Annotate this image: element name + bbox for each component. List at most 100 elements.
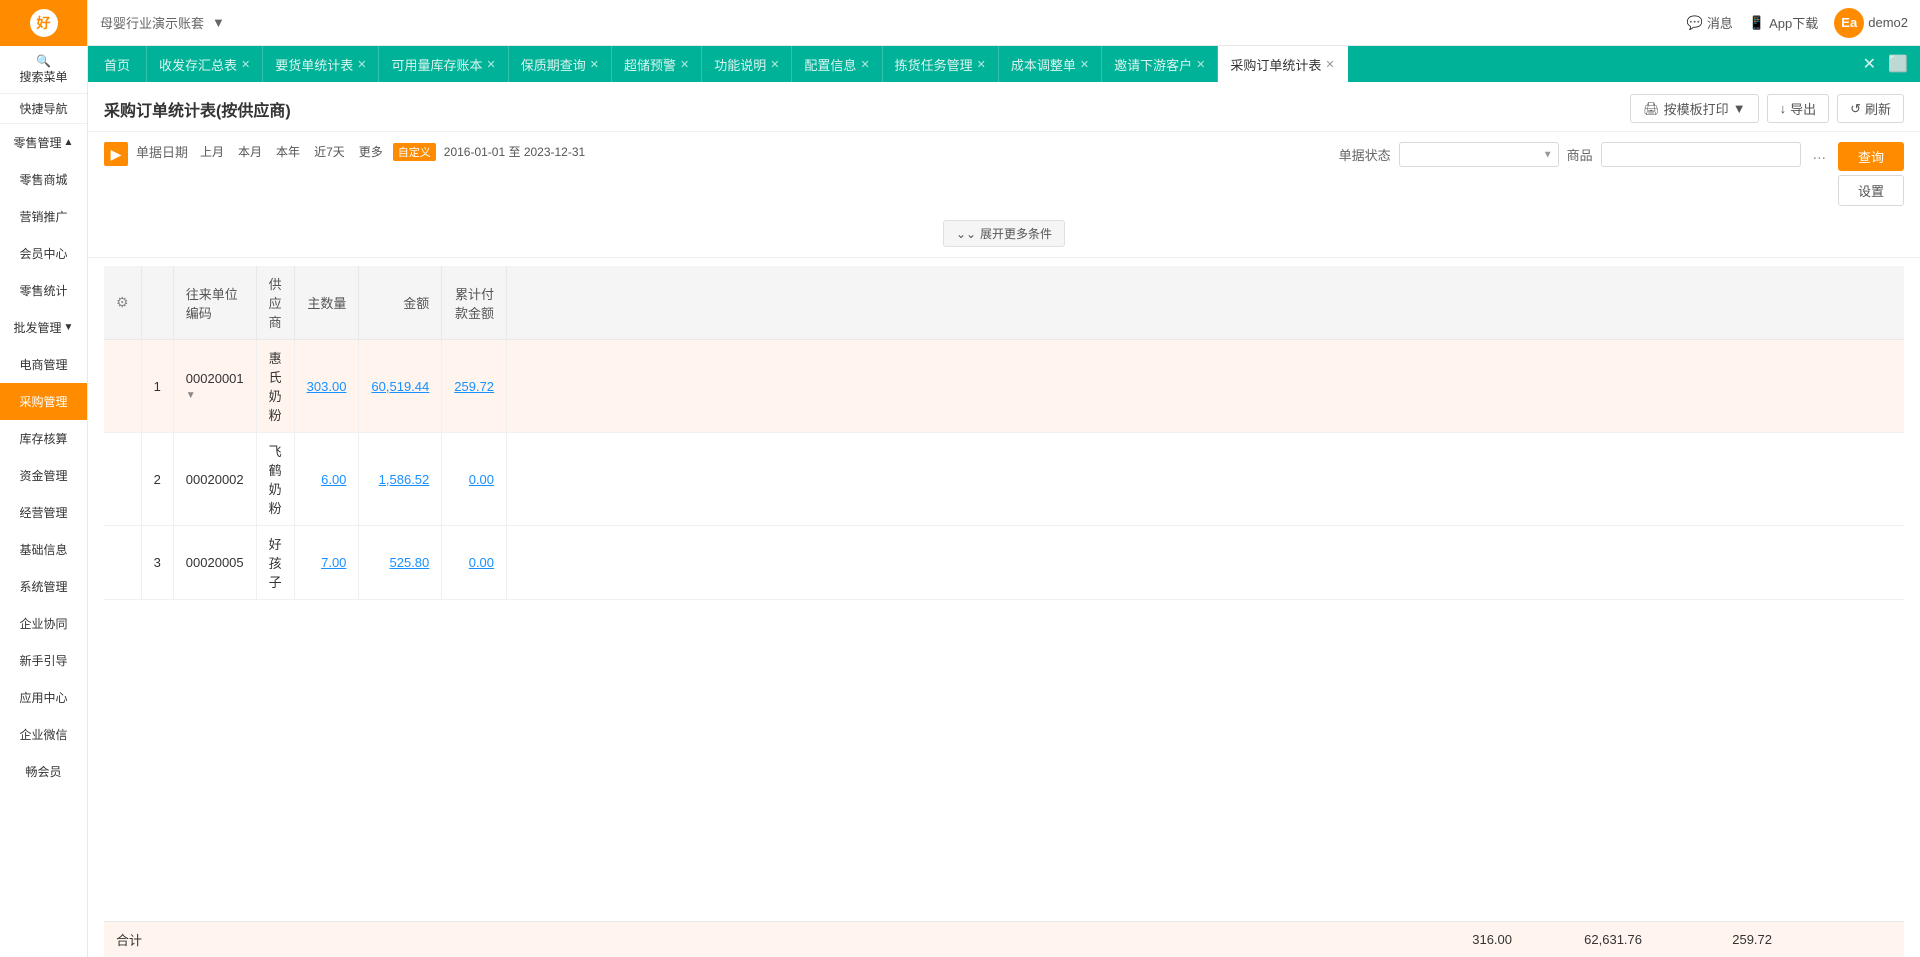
refresh-button[interactable]: ↺ 刷新: [1837, 94, 1904, 123]
shortcut-more[interactable]: 更多: [355, 142, 387, 161]
row-2-main-qty: 6.00: [294, 433, 359, 526]
messages-label: 消息: [1707, 13, 1733, 32]
sidebar-item-system[interactable]: 系统管理: [0, 568, 87, 605]
table-header-row: ⚙ 往来单位编码 供应商 主数量 金额: [104, 266, 1904, 340]
row-3-amount-link[interactable]: 525.80: [390, 555, 430, 570]
row-1-supplier: 惠氏奶粉: [256, 340, 294, 433]
goods-input[interactable]: [1601, 142, 1801, 167]
tab-expiry-query-close[interactable]: ✕: [590, 58, 599, 71]
tab-overstock-warning-close[interactable]: ✕: [680, 58, 689, 71]
tab-order-stats[interactable]: 要货单统计表 ✕: [263, 46, 379, 82]
tab-function-desc-label: 功能说明: [714, 55, 766, 74]
tab-config-info[interactable]: 配置信息 ✕: [792, 46, 882, 82]
column-settings-icon[interactable]: ⚙: [116, 294, 129, 310]
main-content: 母婴行业演示账套 ▼ 💬 消息 📱 App下载 Ea demo2 首页: [88, 0, 1920, 957]
query-button[interactable]: 查询: [1838, 142, 1904, 171]
tab-available-stock-close[interactable]: ✕: [487, 58, 496, 71]
table-footer: 合计 316.00 62,631.76 259.72: [104, 921, 1904, 957]
tab-receive-pay[interactable]: 收发存汇总表 ✕: [147, 46, 263, 82]
row-1-qty-link[interactable]: 303.00: [307, 379, 347, 394]
sidebar-item-wechat[interactable]: 企业微信: [0, 716, 87, 753]
sidebar-item-basic[interactable]: 基础信息: [0, 531, 87, 568]
goods-more-button[interactable]: ...: [1809, 146, 1830, 164]
tab-close-all-button[interactable]: ✕: [1859, 52, 1880, 76]
messages-button[interactable]: 💬 消息: [1687, 13, 1733, 32]
tab-receive-pay-close[interactable]: ✕: [241, 58, 250, 71]
sidebar-item-cooperation[interactable]: 企业协同: [0, 605, 87, 642]
sidebar-item-app-center[interactable]: 应用中心: [0, 679, 87, 716]
sidebar-item-search[interactable]: 🔍 搜索菜单: [0, 46, 87, 94]
tab-order-stats-close[interactable]: ✕: [357, 58, 366, 71]
sidebar-retail-mall-label: 零售商城: [19, 171, 67, 188]
row-3-paid-link[interactable]: 0.00: [469, 555, 494, 570]
status-select[interactable]: [1399, 142, 1559, 167]
row-1-paid-link[interactable]: 259.72: [454, 379, 494, 394]
shortcut-this-year[interactable]: 本年: [272, 142, 304, 161]
tab-overstock-warning[interactable]: 超储预警 ✕: [612, 46, 702, 82]
tab-pick-task-close[interactable]: ✕: [977, 58, 986, 71]
row-1-expand-icon[interactable]: ▼: [186, 390, 196, 401]
tab-bar: 首页 收发存汇总表 ✕ 要货单统计表 ✕ 可用量库存账本 ✕ 保质期查询 ✕ 超…: [88, 46, 1920, 82]
sidebar-item-retail-mall[interactable]: 零售商城: [0, 161, 87, 198]
row-2-extra: [507, 433, 1904, 526]
sidebar-item-operation[interactable]: 经营管理: [0, 494, 87, 531]
user-name: demo2: [1868, 15, 1908, 30]
sidebar-purchase-label: 采购管理: [19, 393, 67, 410]
tab-cost-adjust-close[interactable]: ✕: [1080, 58, 1089, 71]
tab-purchase-stats-close[interactable]: ✕: [1325, 58, 1334, 71]
sidebar-item-vip[interactable]: 畅会员: [0, 753, 87, 790]
shortcut-7days[interactable]: 近7天: [310, 142, 349, 161]
tab-invite-customer-close[interactable]: ✕: [1196, 58, 1205, 71]
tab-config-info-label: 配置信息: [804, 55, 856, 74]
settings-button[interactable]: 设置: [1838, 175, 1904, 206]
app-logo: 好: [0, 0, 87, 46]
tab-purchase-stats[interactable]: 采购订单统计表 ✕: [1218, 46, 1347, 82]
app-download-label: App下载: [1769, 13, 1818, 32]
sidebar-item-purchase[interactable]: 采购管理: [0, 383, 87, 420]
tab-config-info-close[interactable]: ✕: [860, 58, 869, 71]
sidebar-item-newbie[interactable]: 新手引导: [0, 642, 87, 679]
tab-invite-customer[interactable]: 邀请下游客户 ✕: [1102, 46, 1218, 82]
table-row: 3 00020005 好孩子 7.00 525.80: [104, 526, 1904, 600]
sidebar-item-retail-stats[interactable]: 零售统计: [0, 272, 87, 309]
user-menu[interactable]: Ea demo2: [1834, 8, 1908, 38]
row-1-amount-link[interactable]: 60,519.44: [371, 379, 429, 394]
sidebar-item-retail[interactable]: 零售管理 ▲: [0, 124, 87, 161]
sidebar-item-membership[interactable]: 会员中心: [0, 235, 87, 272]
sidebar-item-inventory[interactable]: 库存核算: [0, 420, 87, 457]
sidebar-item-marketing[interactable]: 营销推广: [0, 198, 87, 235]
sidebar-item-quick-nav[interactable]: 快捷导航: [0, 94, 87, 124]
row-2-paid-link[interactable]: 0.00: [469, 472, 494, 487]
export-button[interactable]: ↓ 导出: [1767, 94, 1830, 123]
tab-available-stock[interactable]: 可用量库存账本 ✕: [379, 46, 508, 82]
sidebar-item-ecommerce[interactable]: 电商管理: [0, 346, 87, 383]
tab-expiry-query[interactable]: 保质期查询 ✕: [509, 46, 612, 82]
row-2-paid: 0.00: [442, 433, 507, 526]
date-label: 单据日期: [136, 142, 188, 161]
tab-pick-task[interactable]: 拣货任务管理 ✕: [883, 46, 999, 82]
tab-function-desc[interactable]: 功能说明 ✕: [702, 46, 792, 82]
logo-icon: 好: [30, 9, 58, 37]
tab-function-desc-close[interactable]: ✕: [770, 58, 779, 71]
app-download-button[interactable]: 📱 App下载: [1749, 13, 1818, 32]
download-icon: 📱: [1749, 15, 1765, 31]
tab-maximize-button[interactable]: ⬜: [1884, 52, 1912, 76]
shortcut-last-month[interactable]: 上月: [196, 142, 228, 161]
footer-amount-value: 62,631.76: [1584, 932, 1642, 947]
avatar: Ea: [1834, 8, 1864, 38]
sidebar-item-wholesale[interactable]: 批发管理 ▼: [0, 309, 87, 346]
tab-receive-pay-label: 收发存汇总表: [159, 55, 237, 74]
print-template-button[interactable]: 🖨 按模板打印 ▼: [1630, 94, 1758, 123]
row-3-qty-link[interactable]: 7.00: [321, 555, 346, 570]
tab-cost-adjust[interactable]: 成本调整单 ✕: [999, 46, 1102, 82]
tab-expiry-query-label: 保质期查询: [521, 55, 586, 74]
row-2-qty-link[interactable]: 6.00: [321, 472, 346, 487]
shortcut-this-month[interactable]: 本月: [234, 142, 266, 161]
breadcrumb-arrow: ▼: [212, 15, 225, 30]
row-2-amount-link[interactable]: 1,586.52: [379, 472, 430, 487]
tab-home[interactable]: 首页: [88, 46, 147, 82]
sidebar-item-finance[interactable]: 资金管理: [0, 457, 87, 494]
print-arrow-icon: ▼: [1733, 101, 1746, 116]
expand-more-button[interactable]: ⌄⌄ 展开更多条件: [943, 220, 1065, 247]
filter-toggle-button[interactable]: ▶: [104, 142, 128, 166]
